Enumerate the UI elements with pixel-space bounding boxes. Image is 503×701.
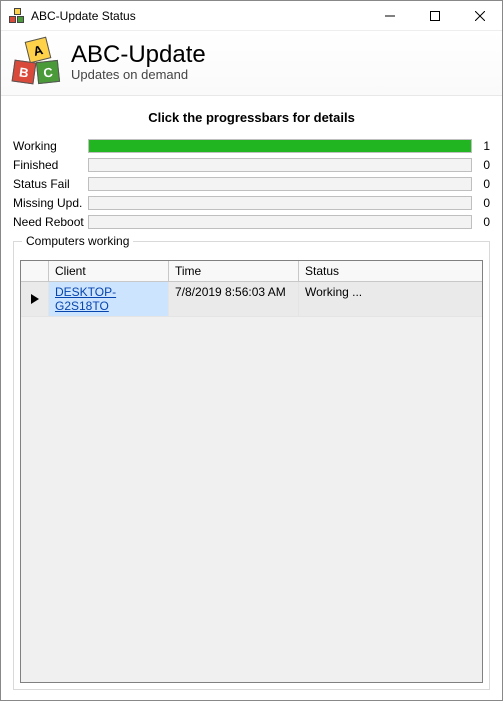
progress-count: 0 (472, 196, 490, 210)
grid-header: Client Time Status (21, 261, 482, 282)
cell-status: Working ... (299, 282, 482, 317)
progress-label: Status Fail (13, 177, 88, 191)
group-legend: Computers working (22, 234, 133, 248)
app-body: Click the progressbars for details Worki… (1, 96, 502, 700)
app-window: ABC-Update Status A B C ABC-Update Updat… (0, 0, 503, 701)
window-controls (367, 1, 502, 30)
data-grid[interactable]: Client Time Status DESKTOP-G2S18TO7/8/20… (20, 260, 483, 683)
group-computers-working: Computers working Client Time Status DES… (13, 241, 490, 690)
progress-label: Need Reboot (13, 215, 88, 229)
abc-blocks-icon: A B C (13, 39, 63, 85)
app-subtitle: Updates on demand (71, 67, 206, 82)
grid-body: DESKTOP-G2S18TO7/8/2019 8:56:03 AMWorkin… (21, 282, 482, 682)
progress-bar[interactable] (88, 196, 472, 210)
cell-time: 7/8/2019 8:56:03 AM (169, 282, 299, 317)
progress-label: Working (13, 139, 88, 153)
instruction-text: Click the progressbars for details (13, 110, 490, 125)
progress-label: Missing Upd. (13, 196, 88, 210)
progress-rows: Working 1 Finished 0 Status Fail 0 Missing Upd… (13, 139, 490, 229)
progress-bar[interactable] (88, 158, 472, 172)
progress-bar[interactable] (88, 215, 472, 229)
column-header-client[interactable]: Client (49, 261, 169, 282)
progress-label: Finished (13, 158, 88, 172)
column-header-status[interactable]: Status (299, 261, 482, 282)
maximize-button[interactable] (412, 1, 457, 30)
progress-count: 1 (472, 139, 490, 153)
progress-count: 0 (472, 177, 490, 191)
table-row[interactable]: DESKTOP-G2S18TO7/8/2019 8:56:03 AMWorkin… (21, 282, 482, 317)
row-header (21, 282, 49, 317)
client-link[interactable]: DESKTOP-G2S18TO (49, 282, 169, 317)
column-header-time[interactable]: Time (169, 261, 299, 282)
app-icon (9, 8, 25, 24)
progress-count: 0 (472, 215, 490, 229)
minimize-button[interactable] (367, 1, 412, 30)
progress-bar[interactable] (88, 177, 472, 191)
window-title: ABC-Update Status (31, 9, 367, 23)
titlebar: ABC-Update Status (1, 1, 502, 31)
progress-count: 0 (472, 158, 490, 172)
column-header-row[interactable] (21, 261, 49, 282)
app-header: A B C ABC-Update Updates on demand (1, 31, 502, 96)
progress-bar[interactable] (88, 139, 472, 153)
app-title: ABC-Update (71, 42, 206, 67)
caret-right-icon (31, 294, 39, 304)
close-button[interactable] (457, 1, 502, 30)
